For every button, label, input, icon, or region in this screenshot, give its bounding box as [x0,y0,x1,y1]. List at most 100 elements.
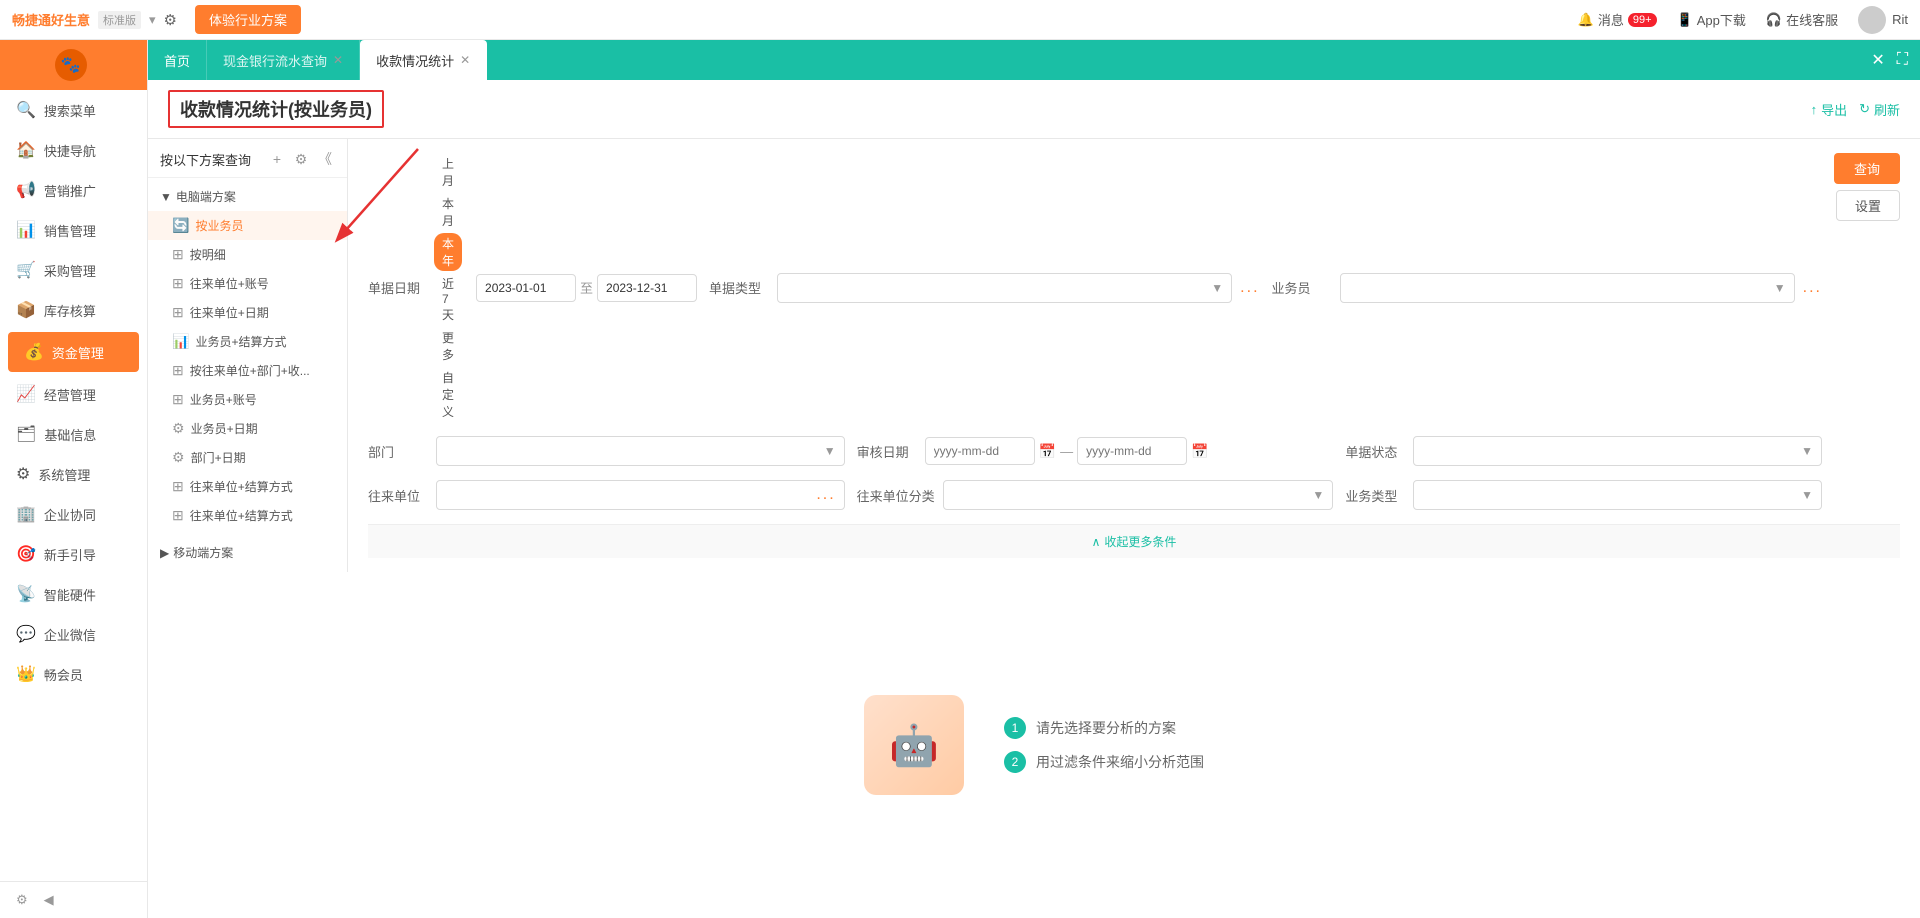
scheme-item-unit-dept[interactable]: ⊞ 按往来单位+部门+收... [148,356,347,385]
phone-icon: 📱 [1677,12,1693,28]
scheme-add-btn[interactable]: + [267,149,287,169]
collapse-bar[interactable]: ∧ 收起更多条件 [368,524,1900,558]
salesperson-select[interactable]: ▼ [1340,273,1795,303]
sidebar-item-hardware[interactable]: 📡 智能硬件 [0,574,147,614]
unit-dept-label: 按往来单位+部门+收... [190,362,310,379]
type-select[interactable]: ▼ [777,273,1232,303]
tab-collection-close[interactable]: ✕ [460,53,470,67]
doc-status-label: 单据状态 [1345,442,1405,461]
sidebar: 🐾 🔍 搜索菜单 🏠 快捷导航 📢 营销推广 📊 销售管理 🛒 采购管理 📦 库… [0,40,148,918]
scheme-item-salesperson-date[interactable]: ⚙ 业务员+日期 [148,414,347,443]
settings-gear-icon[interactable]: ⚙ [164,11,177,29]
scheme-item-unit-settle1[interactable]: ⊞ 往来单位+结算方式 [148,472,347,501]
date-tab-this-year[interactable]: 本年 [434,233,462,271]
date-tab-custom[interactable]: 自定义 [434,367,462,422]
scheme-group-mobile-title[interactable]: ▶ 移动端方案 [148,538,347,567]
sidebar-label-enterprise: 企业协同 [44,505,96,524]
detail-label: 按明细 [190,246,226,263]
sidebar-item-finance[interactable]: 💰 资金管理 [8,332,139,372]
scheme-item-salesperson-account[interactable]: ⊞ 业务员+账号 [148,385,347,414]
empty-state: 🤖 1 请先选择要分析的方案 2 用过滤条件来缩小分析范围 [148,572,1920,918]
doc-status-select[interactable]: ▼ [1413,436,1822,466]
query-button[interactable]: 查询 [1834,153,1900,184]
tab-close-all-icon[interactable]: ✕ [1871,50,1884,70]
sales-icon: 📊 [16,220,36,240]
message-label: 消息 [1598,10,1624,29]
unit-more-dots[interactable]: ... [816,486,835,504]
tab-bank-flow[interactable]: 现金银行流水查询 ✕ [207,40,360,80]
sidebar-item-operation[interactable]: 📈 经营管理 [0,374,147,414]
type-more-dots[interactable]: ... [1240,279,1259,297]
unit-select[interactable]: ... [436,480,845,510]
app-label: App下载 [1697,10,1746,29]
unit-filter-item: 往来单位 ... [368,480,845,510]
sidebar-item-purchase[interactable]: 🛒 采购管理 [0,250,147,290]
sidebar-item-guide[interactable]: 🎯 新手引导 [0,534,147,574]
app-download[interactable]: 📱 App下载 [1677,10,1746,29]
trial-button[interactable]: 体验行业方案 [195,5,301,34]
message-icon[interactable]: 🔔 消息 99+ [1578,10,1657,29]
tab-expand-icon[interactable]: ⛶ [1897,51,1908,69]
date-tab-this-month[interactable]: 本月 [434,193,462,231]
type-filter-item: 单据类型 ▼ ... [709,273,1259,303]
sidebar-item-quick[interactable]: 🏠 快捷导航 [0,130,147,170]
unit-cat-select[interactable]: ▼ [943,480,1334,510]
scheme-item-unit-date[interactable]: ⊞ 往来单位+日期 [148,298,347,327]
dept-select[interactable]: ▼ [436,436,845,466]
audit-to-input[interactable] [1077,437,1187,465]
scheme-item-by-salesperson[interactable]: 🔄 按业务员 [148,211,347,240]
breadcrumb-chevron[interactable]: ▾ [149,12,156,28]
scheme-group-pc-title[interactable]: ▼ 电脑端方案 [148,182,347,211]
scheme-item-salesperson-settle[interactable]: 📊 业务员+结算方式 [148,327,347,356]
settings-bottom-icon[interactable]: ⚙ [16,892,28,908]
scheme-collapse-btn[interactable]: 《 [315,149,335,169]
member-icon: 👑 [16,664,36,684]
export-button[interactable]: ↑ 导出 [1811,100,1848,119]
settings-button[interactable]: 设置 [1836,190,1900,221]
sidebar-label-purchase: 采购管理 [44,261,96,280]
sidebar-item-system[interactable]: ⚙ 系统管理 [0,454,147,494]
biz-type-select[interactable]: ▼ [1413,480,1822,510]
scheme-settings-btn[interactable]: ⚙ [291,149,311,169]
unit-settle2-label: 往来单位+结算方式 [190,507,293,524]
page-title: 收款情况统计(按业务员) [168,90,384,128]
scheme-item-unit-account[interactable]: ⊞ 往来单位+账号 [148,269,347,298]
user-area[interactable]: Rit [1858,6,1908,34]
sidebar-item-marketing[interactable]: 📢 营销推广 [0,170,147,210]
sidebar-item-wechat[interactable]: 💬 企业微信 [0,614,147,654]
scheme-item-unit-settle2[interactable]: ⊞ 往来单位+结算方式 [148,501,347,530]
salesperson-account-icon: ⊞ [172,391,184,408]
audit-to-calendar-icon[interactable]: 📅 [1191,443,1208,460]
date-tab-more[interactable]: 更多 [434,327,462,365]
sidebar-item-member[interactable]: 👑 畅会员 [0,654,147,694]
salesperson-more-dots[interactable]: ... [1803,279,1822,297]
dept-date-label: 部门+日期 [191,449,246,466]
sidebar-item-enterprise[interactable]: 🏢 企业协同 [0,494,147,534]
audit-date-inputs: 📅 — 📅 [925,437,1334,465]
audit-from-calendar-icon[interactable]: 📅 [1039,443,1056,460]
guide-icon: 🎯 [16,544,36,564]
audit-from-input[interactable] [925,437,1035,465]
online-service[interactable]: 🎧 在线客服 [1766,10,1838,29]
sidebar-item-sales[interactable]: 📊 销售管理 [0,210,147,250]
scheme-item-dept-date[interactable]: ⚙ 部门+日期 [148,443,347,472]
tab-home-label: 首页 [164,51,190,70]
tab-collection[interactable]: 收款情况统计 ✕ [360,40,487,80]
tab-bank-flow-close[interactable]: ✕ [333,53,343,67]
date-from-input[interactable] [476,274,576,302]
date-tab-last-month[interactable]: 上月 [434,153,462,191]
sidebar-item-basic[interactable]: 🗂 基础信息 [0,414,147,454]
type-label: 单据类型 [709,278,769,297]
sidebar-item-inventory[interactable]: 📦 库存核算 [0,290,147,330]
collapse-sidebar-icon[interactable]: ◀ [44,892,54,908]
refresh-button[interactable]: ↻ 刷新 [1859,100,1900,119]
tab-collection-label: 收款情况统计 [376,51,454,70]
date-to-input[interactable] [597,274,697,302]
tab-home[interactable]: 首页 [148,40,207,80]
empty-steps: 1 请先选择要分析的方案 2 用过滤条件来缩小分析范围 [1004,717,1204,773]
scheme-item-by-detail[interactable]: ⊞ 按明细 [148,240,347,269]
sidebar-label-operation: 经营管理 [44,385,96,404]
biz-type-label: 业务类型 [1345,486,1405,505]
sidebar-item-search[interactable]: 🔍 搜索菜单 [0,90,147,130]
date-tab-last-7[interactable]: 近7天 [434,273,462,325]
